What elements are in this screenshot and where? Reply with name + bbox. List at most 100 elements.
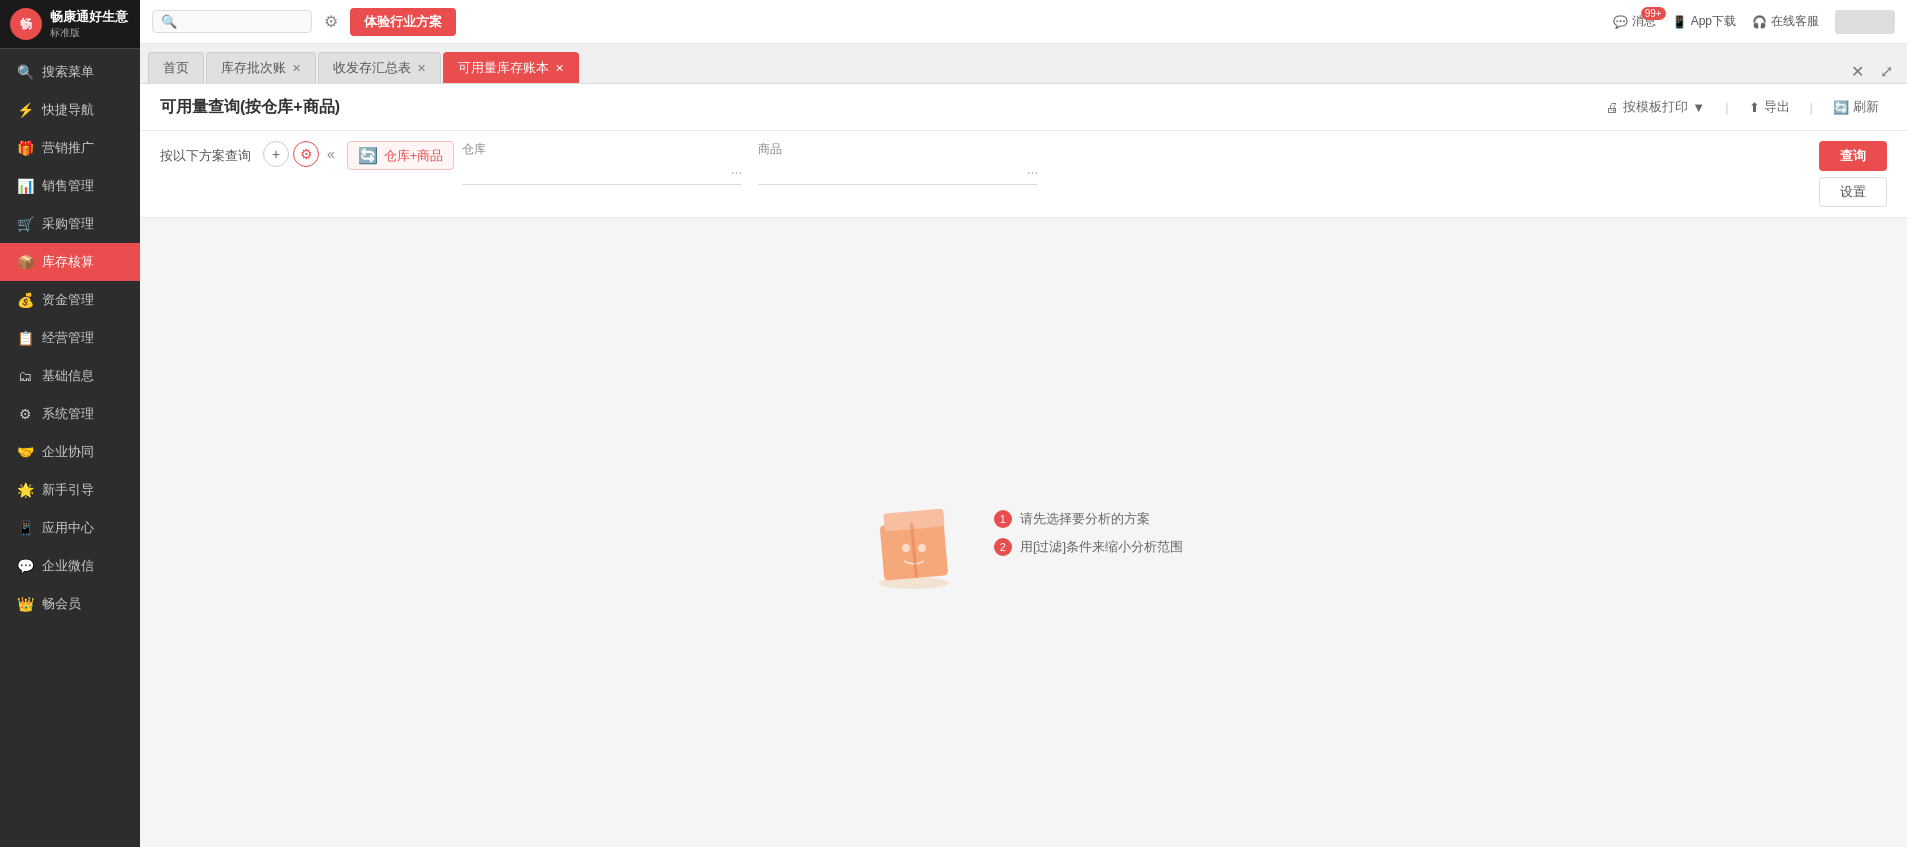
goods-input[interactable] [758, 165, 1022, 180]
warehouse-input[interactable] [462, 165, 726, 180]
empty-illustration [864, 483, 964, 583]
sidebar-label-5: 库存核算 [42, 253, 94, 271]
tab-label-0: 首页 [163, 59, 189, 77]
msg-button[interactable]: 💬 消息 99+ [1613, 13, 1656, 30]
tab-close-3[interactable]: ✕ [555, 62, 564, 75]
empty-state: 1 请先选择要分析的方案 2 用[过滤]条件来缩小分析范围 [140, 218, 1907, 847]
print-icon: 🖨 [1606, 100, 1619, 115]
sidebar-label-7: 经营管理 [42, 329, 94, 347]
sidebar-item-资金管理[interactable]: 💰资金管理 [0, 281, 140, 319]
export-btn[interactable]: ⬆ 导出 [1741, 94, 1798, 120]
print-btn[interactable]: 🖨 按模板打印 ▼ [1598, 94, 1713, 120]
sidebar-icon-3: 📊 [16, 177, 34, 195]
hint-2: 2 用[过滤]条件来缩小分析范围 [994, 538, 1183, 556]
page-header: 可用量查询(按仓库+商品) 🖨 按模板打印 ▼ | ⬆ 导出 | 🔄 刷新 [140, 84, 1907, 131]
warehouse-input-wrapper: ··· [462, 160, 742, 185]
sidebar-item-快捷导航[interactable]: ⚡ 快捷导航 [0, 91, 140, 129]
phone-icon: 📱 [1672, 15, 1687, 29]
warehouse-field: 仓库 ··· [462, 141, 742, 185]
hint-2-text: 用[过滤]条件来缩小分析范围 [1020, 538, 1183, 556]
filter-fields: 仓库 ··· 商品 ··· [462, 141, 1811, 185]
collapse-btn[interactable]: « [323, 142, 339, 166]
sidebar-item-营销推广[interactable]: 🎁营销推广 [0, 129, 140, 167]
sidebar-label-10: 企业协同 [42, 443, 94, 461]
tab-close-2[interactable]: ✕ [417, 62, 426, 75]
sidebar-item-企业协同[interactable]: 🤝企业协同 [0, 433, 140, 471]
main-area: 🔍 ⚙ 体验行业方案 💬 消息 99+ 📱 App下载 🎧 在线客服 [140, 0, 1907, 847]
user-avatar [1835, 10, 1895, 34]
hint-1: 1 请先选择要分析的方案 [994, 510, 1183, 528]
app-edition: 标准版 [50, 26, 128, 40]
filter-panel: 按以下方案查询 + ⚙ « 🔄 仓库+商品 仓库 ··· [140, 131, 1907, 218]
warehouse-label: 仓库 [462, 141, 742, 158]
sidebar-item-系统管理[interactable]: ⚙系统管理 [0, 395, 140, 433]
sidebar-item-企业微信[interactable]: 💬 企业微信 [0, 547, 140, 585]
tab-close-1[interactable]: ✕ [292, 62, 301, 75]
app-logo: 畅 [10, 8, 42, 40]
goods-more-btn[interactable]: ··· [1027, 164, 1039, 180]
sidebar-item-新手引导[interactable]: 🌟新手引导 [0, 471, 140, 509]
sidebar-label-6: 资金管理 [42, 291, 94, 309]
sidebar-item-库存核算[interactable]: 📦 库存核算 [0, 243, 140, 281]
svg-point-4 [918, 544, 926, 552]
filter-actions: + ⚙ « [263, 141, 339, 167]
sidebar-icon-13: 💬 [16, 557, 34, 575]
goods-input-wrapper: ··· [758, 160, 1038, 185]
empty-box-svg [864, 483, 964, 593]
tab-3[interactable]: 可用量库存账本✕ [443, 52, 579, 83]
sidebar-item-搜索菜单[interactable]: 🔍搜索菜单 [0, 53, 140, 91]
headset-icon: 🎧 [1752, 15, 1767, 29]
tab-0[interactable]: 首页 [148, 52, 204, 83]
sidebar-icon-1: ⚡ [16, 101, 34, 119]
service-btn[interactable]: 🎧 在线客服 [1752, 13, 1819, 30]
settings-panel-btn[interactable]: 设置 [1819, 177, 1887, 207]
sidebar-item-基础信息[interactable]: 🗂基础信息 [0, 357, 140, 395]
sidebar-item-采购管理[interactable]: 🛒采购管理 [0, 205, 140, 243]
sidebar-item-畅会员[interactable]: 👑 畅会员 [0, 585, 140, 623]
sidebar-item-应用中心[interactable]: 📱应用中心 [0, 509, 140, 547]
tab-1[interactable]: 库存批次账 ✕ [206, 52, 316, 83]
sidebar-icon-0: 🔍 [16, 63, 34, 81]
topbar-search-box[interactable]: 🔍 [152, 10, 312, 33]
settings-scheme-btn[interactable]: ⚙ [293, 141, 319, 167]
user-menu[interactable] [1835, 10, 1895, 34]
page-header-actions: 🖨 按模板打印 ▼ | ⬆ 导出 | 🔄 刷新 [1598, 94, 1887, 120]
sidebar-item-销售管理[interactable]: 📊销售管理 [0, 167, 140, 205]
msg-badge: 99+ [1641, 7, 1666, 20]
query-btn[interactable]: 查询 [1819, 141, 1887, 171]
sidebar-icon-4: 🛒 [16, 215, 34, 233]
sidebar-icon-5: 📦 [16, 253, 34, 271]
sidebar-label-8: 基础信息 [42, 367, 94, 385]
topbar-right: 💬 消息 99+ 📱 App下载 🎧 在线客服 [1613, 10, 1895, 34]
tab-label-1: 库存批次账 [221, 59, 286, 77]
expand-tab-btn[interactable]: ⤢ [1874, 60, 1899, 83]
sidebar-label-13: 企业微信 [42, 557, 94, 575]
page-title: 可用量查询(按仓库+商品) [160, 97, 340, 118]
search-icon: 🔍 [161, 14, 177, 29]
filter-label: 按以下方案查询 [160, 141, 251, 171]
topbar-search-input[interactable] [181, 15, 281, 29]
sidebar: 畅 畅康通好生意 标准版 🔍搜索菜单 ⚡ 快捷导航 🎁营销推广📊销售管理🛒采购管理 📦 库… [0, 0, 140, 847]
tab-2[interactable]: 收发存汇总表 ✕ [318, 52, 441, 83]
gear-icon[interactable]: ⚙ [320, 8, 342, 35]
close-tab-btn[interactable]: ✕ [1845, 60, 1870, 83]
app-download-btn[interactable]: 📱 App下载 [1672, 13, 1736, 30]
add-scheme-btn[interactable]: + [263, 141, 289, 167]
scheme-item[interactable]: 🔄 仓库+商品 [347, 141, 455, 170]
refresh-btn[interactable]: 🔄 刷新 [1825, 94, 1887, 120]
industry-btn[interactable]: 体验行业方案 [350, 8, 456, 36]
tab-label-2: 收发存汇总表 [333, 59, 411, 77]
sidebar-item-经营管理[interactable]: 📋经营管理 [0, 319, 140, 357]
sidebar-label-1: 快捷导航 [42, 101, 94, 119]
warehouse-more-btn[interactable]: ··· [731, 164, 743, 180]
sidebar-nav: 🔍搜索菜单 ⚡ 快捷导航 🎁营销推广📊销售管理🛒采购管理 📦 库存核算 💰资金管理📋经营管理… [0, 49, 140, 847]
hint-1-text: 请先选择要分析的方案 [1020, 510, 1150, 528]
app-name: 畅康通好生意 [50, 8, 128, 26]
sidebar-label-11: 新手引导 [42, 481, 94, 499]
sidebar-label-2: 营销推广 [42, 139, 94, 157]
sidebar-icon-14: 👑 [16, 595, 34, 613]
topbar: 🔍 ⚙ 体验行业方案 💬 消息 99+ 📱 App下载 🎧 在线客服 [140, 0, 1907, 44]
sidebar-icon-9: ⚙ [16, 405, 34, 423]
tabs-bar: 首页库存批次账✕收发存汇总表✕可用量库存账本✕ ✕ ⤢ [140, 44, 1907, 84]
sidebar-label-14: 畅会员 [42, 595, 81, 613]
